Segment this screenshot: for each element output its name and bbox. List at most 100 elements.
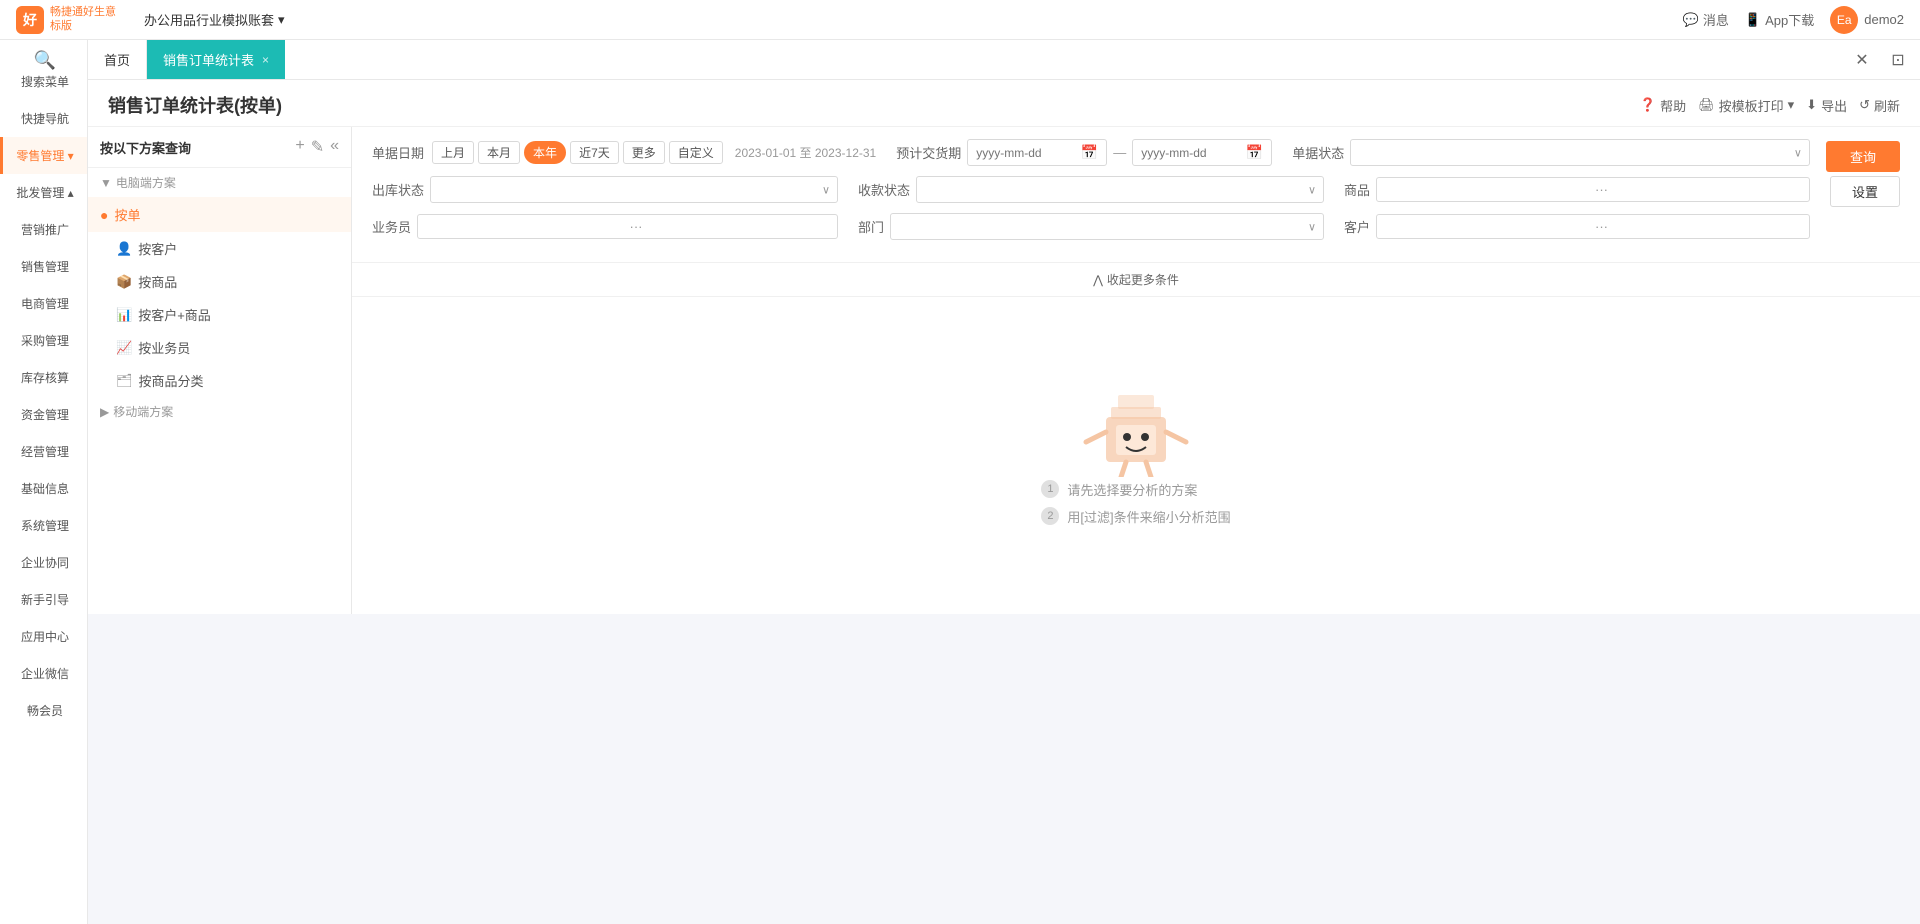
empty-svg xyxy=(1076,377,1196,477)
tree-item-by-salesperson[interactable]: 📈 按业务员 xyxy=(88,331,351,364)
message-icon: 💬 xyxy=(1683,12,1699,28)
query-button[interactable]: 查询 xyxy=(1826,141,1900,172)
calendar-icon-start: 📅 xyxy=(1081,144,1098,161)
company-select[interactable]: 办公用品行业模拟账套 ▾ xyxy=(144,10,285,29)
top-bar-left: 好 畅捷通好生意 标版 办公用品行业模拟账套 ▾ xyxy=(16,6,285,34)
download-icon: 📱 xyxy=(1745,12,1761,28)
sidebar-item-system[interactable]: 系统管理 xyxy=(0,507,87,544)
date-btn-custom[interactable]: 自定义 xyxy=(669,141,723,164)
messages-button[interactable]: 💬 消息 xyxy=(1683,10,1729,29)
payment-select-wrap xyxy=(916,176,1324,203)
goods-input[interactable]: ··· xyxy=(1376,177,1810,202)
salesperson-filter: 业务员 ··· xyxy=(372,214,838,239)
empty-tips: 1 请先选择要分析的方案 2 用[过滤]条件来缩小分析范围 xyxy=(1041,480,1230,534)
date-buttons: 上月 本月 本年 近7天 更多 自定义 xyxy=(432,141,723,164)
refresh-button[interactable]: ↺ 刷新 xyxy=(1859,96,1900,115)
sidebar-item-ecommerce[interactable]: 电商管理 xyxy=(0,285,87,322)
edit-scheme-button[interactable]: ✎ xyxy=(311,137,324,157)
dept-select[interactable] xyxy=(890,213,1324,240)
sidebar-item-wechat[interactable]: 企业微信 xyxy=(0,655,87,692)
sidebar-item-operations[interactable]: 经营管理 xyxy=(0,433,87,470)
filter-row-2: 出库状态 xyxy=(372,176,1810,203)
delivery-select-wrap xyxy=(430,176,838,203)
status-select[interactable] xyxy=(1350,139,1810,166)
left-panel-tools: + ✎ « xyxy=(295,137,339,157)
sidebar-item-search[interactable]: 🔍 搜索菜单 xyxy=(0,40,87,100)
collapse-up-icon: ⋀ xyxy=(1093,273,1103,287)
salesperson-dots-button[interactable]: ··· xyxy=(630,219,830,234)
expected-date-label: 预计交货期 xyxy=(896,143,961,162)
customer-input[interactable]: ··· xyxy=(1376,214,1810,239)
tab-home[interactable]: 首页 xyxy=(88,40,147,79)
sidebar-item-wholesale[interactable]: 批发管理 ▴ xyxy=(0,174,87,211)
delivery-status-filter: 出库状态 xyxy=(372,176,838,203)
sidebar-item-marketing[interactable]: 营销推广 xyxy=(0,211,87,248)
payment-status-label: 收款状态 xyxy=(858,180,910,199)
tree-item-by-goods-category[interactable]: 🗂 按商品分类 xyxy=(88,364,351,397)
customer-dots-button[interactable]: ··· xyxy=(1595,219,1801,234)
tree-item-by-goods[interactable]: 📦 按商品 xyxy=(88,265,351,298)
sidebar-item-inventory[interactable]: 库存核算 xyxy=(0,359,87,396)
logo-text: 畅捷通好生意 标版 xyxy=(50,6,116,32)
payment-status-select[interactable] xyxy=(916,176,1324,203)
expected-date-end-input[interactable] xyxy=(1141,146,1242,160)
tab-active[interactable]: 销售订单统计表 × xyxy=(147,40,285,79)
date-btn-thismonth[interactable]: 本月 xyxy=(478,141,520,164)
empty-tip-2: 2 用[过滤]条件来缩小分析范围 xyxy=(1041,507,1230,526)
export-button[interactable]: ⬇ 导出 xyxy=(1806,96,1847,115)
category-icon: 🗂 xyxy=(116,373,133,389)
close-window-button[interactable]: ✕ xyxy=(1848,46,1876,74)
expected-date-end[interactable]: 📅 xyxy=(1132,139,1272,166)
sidebar-item-enterprise[interactable]: 企业协同 xyxy=(0,544,87,581)
print-button[interactable]: 🖨 按模板打印 ▾ xyxy=(1698,96,1794,115)
salesperson-input[interactable]: ··· xyxy=(417,214,838,239)
reset-button[interactable]: 设置 xyxy=(1830,176,1900,207)
tip-num-1: 1 xyxy=(1041,480,1059,498)
empty-state: 1 请先选择要分析的方案 2 用[过滤]条件来缩小分析范围 xyxy=(352,297,1920,614)
date-btn-7days[interactable]: 近7天 xyxy=(570,141,619,164)
help-icon: ❓ xyxy=(1640,97,1656,113)
goods-dots-button[interactable]: ··· xyxy=(1595,182,1801,197)
collapse-button[interactable]: ⋀ 收起更多条件 xyxy=(1093,271,1179,288)
sidebar-item-member[interactable]: 畅会员 xyxy=(0,692,87,729)
sidebar-item-appcenter[interactable]: 应用中心 xyxy=(0,618,87,655)
salesperson-icon: 📈 xyxy=(116,340,132,356)
collapse-panel-button[interactable]: « xyxy=(330,137,339,157)
tree-item-by-customer[interactable]: 👤 按客户 xyxy=(88,232,351,265)
sidebar-item-newuser[interactable]: 新手引导 xyxy=(0,581,87,618)
sidebar-item-retail[interactable]: 零售管理 ▾ xyxy=(0,137,87,174)
app-download-button[interactable]: 📱 App下载 xyxy=(1745,10,1814,29)
maximize-button[interactable]: ⊡ xyxy=(1884,46,1912,74)
tree-item-by-order[interactable]: ● 按单 xyxy=(88,197,351,232)
expected-date-start[interactable]: 📅 xyxy=(967,139,1107,166)
date-btn-more[interactable]: 更多 xyxy=(623,141,665,164)
expand-icon: ▼ xyxy=(100,176,112,190)
date-btn-thisyear[interactable]: 本年 xyxy=(524,141,566,164)
sidebar-item-basic[interactable]: 基础信息 xyxy=(0,470,87,507)
search-icon: 🔍 xyxy=(7,50,83,71)
payment-status-filter: 收款状态 xyxy=(858,176,1324,203)
customer-icon: 👤 xyxy=(116,241,132,257)
help-link[interactable]: ❓ 帮助 xyxy=(1640,96,1686,115)
empty-illustration xyxy=(1076,377,1196,480)
user-area[interactable]: Ea demo2 xyxy=(1830,6,1904,34)
date-label: 单据日期 xyxy=(372,143,424,162)
date-btn-lastmonth[interactable]: 上月 xyxy=(432,141,474,164)
salesperson-label: 业务员 xyxy=(372,217,411,236)
sidebar-item-purchase[interactable]: 采购管理 xyxy=(0,322,87,359)
tab-bar-actions: ✕ ⊡ xyxy=(1848,46,1920,74)
dept-select-wrap xyxy=(890,213,1324,240)
expected-date-start-input[interactable] xyxy=(976,146,1077,160)
tree-item-by-customer-goods[interactable]: 📊 按客户+商品 xyxy=(88,298,351,331)
tab-close-button[interactable]: × xyxy=(262,53,269,67)
add-scheme-button[interactable]: + xyxy=(295,137,304,157)
goods-icon: 📦 xyxy=(116,274,132,290)
sidebar-item-quicknav[interactable]: 快捷导航 xyxy=(0,100,87,137)
avatar: Ea xyxy=(1830,6,1858,34)
sidebar-item-finance[interactable]: 资金管理 xyxy=(0,396,87,433)
status-select-wrapper xyxy=(1350,139,1810,166)
expected-date-filter: 预计交货期 📅 — xyxy=(896,139,1272,166)
sidebar-item-sales[interactable]: 销售管理 xyxy=(0,248,87,285)
logo-area: 好 畅捷通好生意 标版 xyxy=(16,6,116,34)
delivery-status-select[interactable] xyxy=(430,176,838,203)
